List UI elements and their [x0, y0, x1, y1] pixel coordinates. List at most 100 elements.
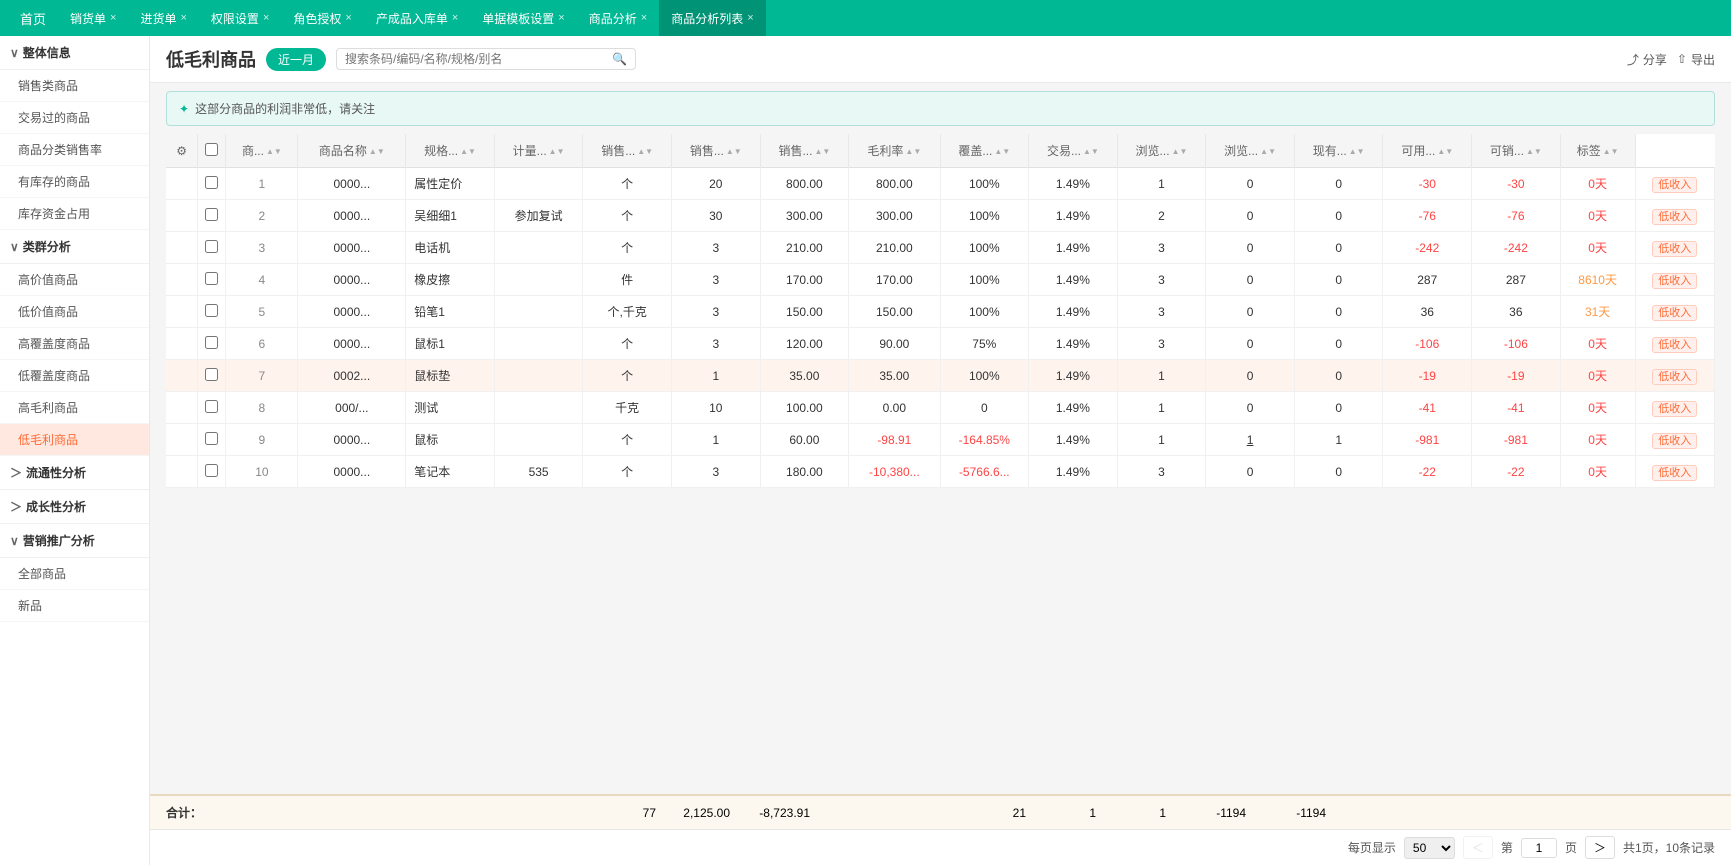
row-checkbox-9[interactable] [205, 464, 218, 477]
cell-trade: 3 [1117, 456, 1206, 488]
per-page-select[interactable]: 50 100 200 [1404, 837, 1455, 859]
sidebar-item-high-coverage[interactable]: 高覆盖度商品 [0, 328, 149, 360]
nav-purchase-close[interactable]: × [180, 12, 186, 24]
row-checkbox-3[interactable] [205, 272, 218, 285]
select-all-checkbox[interactable] [205, 143, 218, 156]
prev-page-btn[interactable]: ＜ [1463, 836, 1493, 859]
row-checkbox-0[interactable] [205, 176, 218, 189]
nav-role-close[interactable]: × [345, 12, 351, 24]
top-nav: 首页 销货单 × 进货单 × 权限设置 × 角色授权 × 产成品入库单 × 单据… [0, 0, 1731, 36]
row-checkbox-5[interactable] [205, 336, 218, 349]
col-margin-rate[interactable]: 毛利率▲▼ [849, 134, 940, 168]
row-checkbox-2[interactable] [205, 240, 218, 253]
cell-checkbox[interactable] [198, 392, 226, 424]
nav-sales[interactable]: 销货单 × [58, 0, 128, 36]
cell-sales-price: 120.00 [760, 328, 849, 360]
row-checkbox-8[interactable] [205, 432, 218, 445]
sidebar-group-flow[interactable]: ＞ 流通性分析 [0, 456, 149, 490]
sidebar-item-sales-goods[interactable]: 销售类商品 [0, 70, 149, 102]
cell-sales-qty: 20 [671, 168, 760, 200]
nav-goods-analysis-list[interactable]: 商品分析列表 × [659, 0, 765, 36]
cell-checkbox[interactable] [198, 168, 226, 200]
sidebar-item-goods-rate[interactable]: 商品分类销售率 [0, 134, 149, 166]
cell-checkbox[interactable] [198, 328, 226, 360]
sort-margin-icon: ▲▼ [905, 147, 921, 156]
col-sales-price[interactable]: 销售...▲▼ [671, 134, 760, 168]
cell-checkbox[interactable] [198, 200, 226, 232]
row-checkbox-1[interactable] [205, 208, 218, 221]
filter-month-btn[interactable]: 近一月 [266, 48, 326, 71]
col-tag[interactable]: 标签▲▼ [1560, 134, 1635, 168]
nav-goods-analysis-list-close[interactable]: × [747, 12, 753, 24]
next-page-btn[interactable]: ＞ [1585, 836, 1615, 859]
sidebar-group-tier[interactable]: ∨ 类群分析 [0, 230, 149, 264]
col-view2[interactable]: 浏览...▲▼ [1206, 134, 1295, 168]
cell-name: 鼠标 [406, 424, 495, 456]
nav-template[interactable]: 单据模板设置 × [470, 0, 576, 36]
col-checkbox[interactable] [198, 134, 226, 168]
col-coverage[interactable]: 覆盖...▲▼ [940, 134, 1029, 168]
cell-checkbox[interactable] [198, 424, 226, 456]
sidebar-item-capital[interactable]: 库存资金占用 [0, 198, 149, 230]
col-current[interactable]: 现有...▲▼ [1294, 134, 1383, 168]
sidebar-item-high-value[interactable]: 高价值商品 [0, 264, 149, 296]
nav-home[interactable]: 首页 [8, 0, 58, 36]
sidebar-group-overview[interactable]: ∨ 整体信息 [0, 36, 149, 70]
nav-goods-analysis-close[interactable]: × [641, 12, 647, 24]
sidebar-group-marketing[interactable]: ∨ 营销推广分析 [0, 524, 149, 558]
search-icon[interactable]: 🔍 [612, 52, 627, 66]
sidebar-item-traded-goods[interactable]: 交易过的商品 [0, 102, 149, 134]
cell-sales-price: 150.00 [760, 296, 849, 328]
nav-sales-close[interactable]: × [110, 12, 116, 24]
sidebar-item-low-coverage[interactable]: 低覆盖度商品 [0, 360, 149, 392]
nav-product-in-close[interactable]: × [452, 12, 458, 24]
sidebar-item-inventory-goods[interactable]: 有库存的商品 [0, 166, 149, 198]
cell-view1[interactable]: 1 [1206, 424, 1295, 456]
sidebar-item-low-margin[interactable]: 低毛利商品 [0, 424, 149, 456]
tag-badge: 低收入 [1652, 369, 1697, 385]
row-checkbox-6[interactable] [205, 368, 218, 381]
sidebar-item-high-margin[interactable]: 高毛利商品 [0, 392, 149, 424]
sidebar-group-growth[interactable]: ＞ 成长性分析 [0, 490, 149, 524]
cell-checkbox[interactable] [198, 232, 226, 264]
nav-purchase[interactable]: 进货单 × [128, 0, 198, 36]
cell-checkbox[interactable] [198, 360, 226, 392]
cell-num: 4 [226, 264, 298, 296]
cell-sales-qty: 1 [671, 360, 760, 392]
nav-template-close[interactable]: × [558, 12, 564, 24]
col-code[interactable]: 商...▲▼ [226, 134, 298, 168]
nav-role[interactable]: 角色授权 × [281, 0, 363, 36]
cell-empty [166, 200, 198, 232]
cell-checkbox[interactable] [198, 456, 226, 488]
search-input[interactable] [345, 52, 612, 66]
cell-checkbox[interactable] [198, 296, 226, 328]
nav-permission[interactable]: 权限设置 × [199, 0, 281, 36]
nav-product-in[interactable]: 产成品入库单 × [364, 0, 470, 36]
row-checkbox-7[interactable] [205, 400, 218, 413]
col-name[interactable]: 商品名称▲▼ [298, 134, 406, 168]
col-available[interactable]: 可用...▲▼ [1383, 134, 1472, 168]
page-number-input[interactable] [1521, 838, 1557, 858]
col-unit[interactable]: 计量...▲▼ [494, 134, 583, 168]
cell-empty [166, 360, 198, 392]
col-saleable[interactable]: 可销...▲▼ [1472, 134, 1561, 168]
nav-permission-close[interactable]: × [263, 12, 269, 24]
col-spec[interactable]: 规格...▲▼ [406, 134, 495, 168]
view1-link[interactable]: 1 [1247, 433, 1254, 447]
col-view1[interactable]: 浏览...▲▼ [1117, 134, 1206, 168]
col-trade[interactable]: 交易...▲▼ [1029, 134, 1118, 168]
cell-spec: 535 [494, 456, 583, 488]
col-sales-profit[interactable]: 销售...▲▼ [760, 134, 849, 168]
row-checkbox-4[interactable] [205, 304, 218, 317]
col-settings[interactable]: ⚙ [166, 134, 198, 168]
cell-checkbox[interactable] [198, 264, 226, 296]
nav-goods-analysis[interactable]: 商品分析 × [577, 0, 659, 36]
cell-code: 0000... [298, 168, 406, 200]
share-btn[interactable]: ⤴ 分享 [1627, 51, 1667, 68]
col-sales-qty[interactable]: 销售...▲▼ [583, 134, 672, 168]
cell-tag: 低收入 [1635, 232, 1714, 264]
export-btn[interactable]: ⇧ 导出 [1677, 51, 1715, 68]
sidebar-item-low-value[interactable]: 低价值商品 [0, 296, 149, 328]
sidebar-item-new-goods[interactable]: 新品 [0, 590, 149, 622]
sidebar-item-all-goods[interactable]: 全部商品 [0, 558, 149, 590]
